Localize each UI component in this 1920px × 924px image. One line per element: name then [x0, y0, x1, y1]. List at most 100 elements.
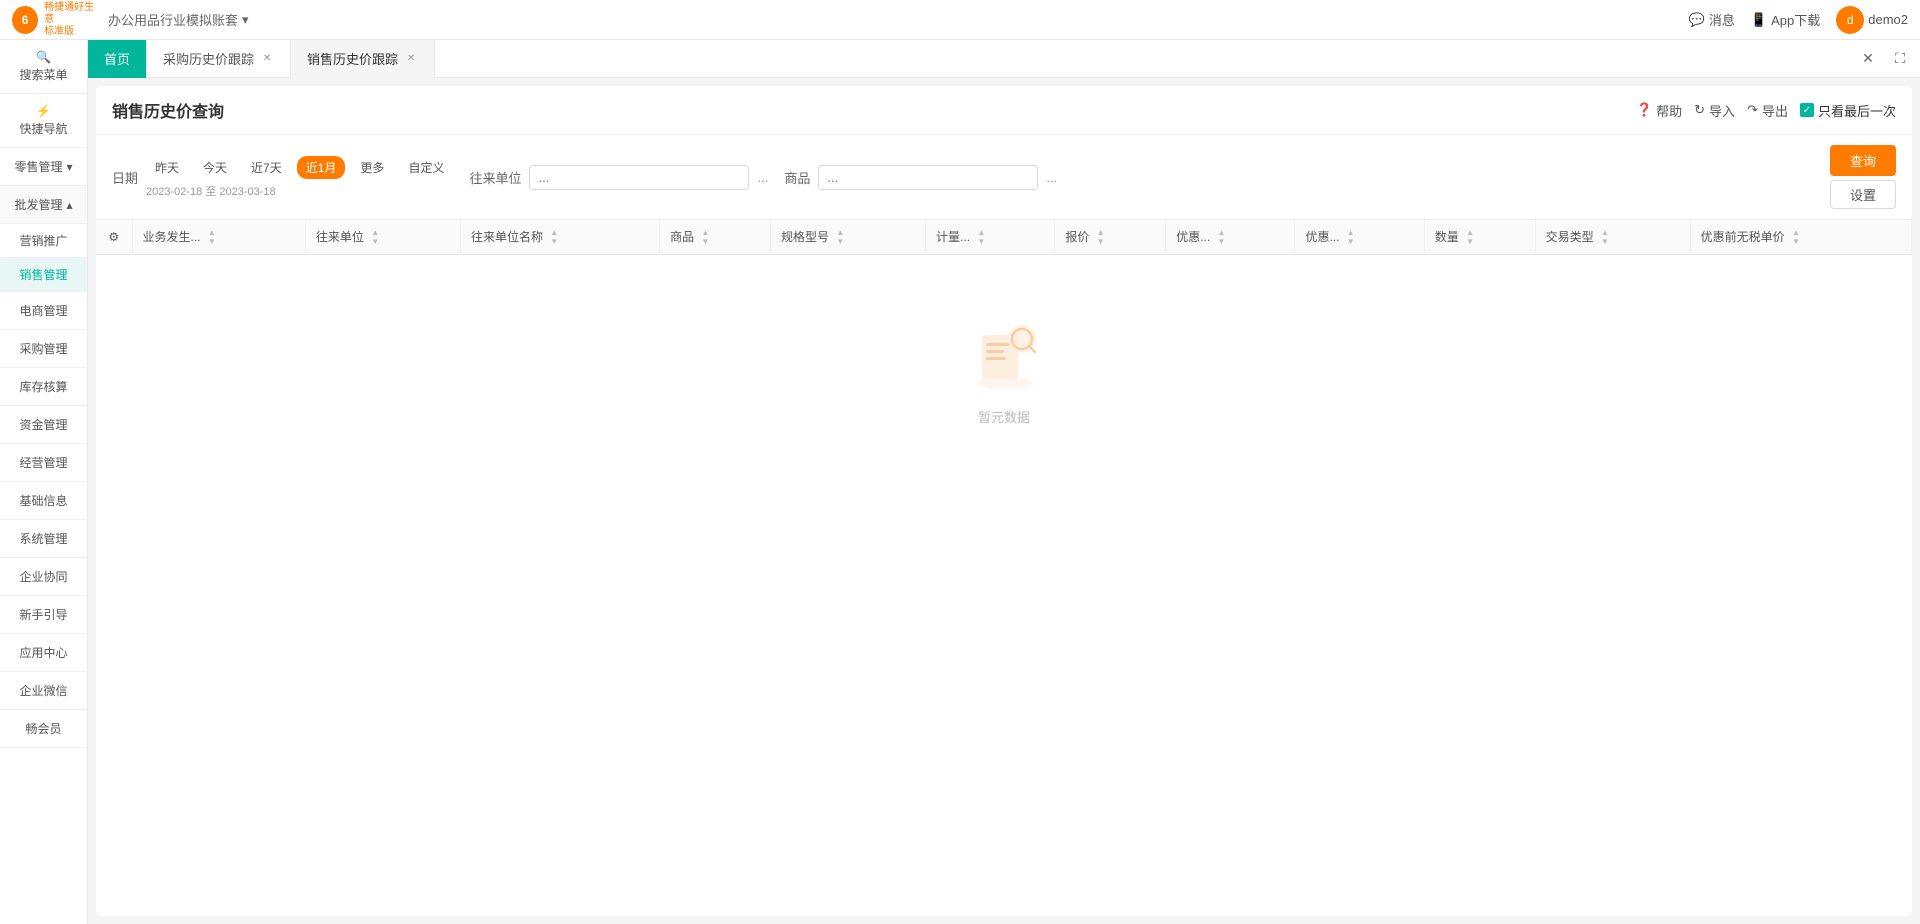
th-quote[interactable]: 报价 ▲ ▼	[1055, 220, 1166, 255]
app-download-icon: 📱	[1751, 12, 1767, 28]
sidebar-item-member[interactable]: 畅会员	[0, 710, 87, 748]
sidebar-item-wholesale[interactable]: 批发管理 ▴	[0, 186, 87, 224]
tab-home[interactable]: 首页	[88, 40, 147, 78]
th-pre-tax-price[interactable]: 优惠前无税单价 ▲ ▼	[1690, 220, 1911, 255]
product-filter-label: 商品	[784, 168, 810, 187]
tab-sales-history-close[interactable]: ✕	[404, 52, 418, 66]
date-range-text: 2023-02-18 至 2023-03-18	[146, 183, 453, 199]
breadcrumb-text: 办公用品行业模拟账套	[108, 10, 238, 29]
help-button[interactable]: ❓ 帮助	[1636, 101, 1682, 120]
partner-filter-group: 往来单位 ...	[469, 165, 768, 190]
settings-button[interactable]: 设置	[1830, 180, 1896, 209]
sidebar-item-marketing[interactable]: 营销推广	[0, 224, 87, 258]
import-button[interactable]: ↻ 导入	[1694, 101, 1735, 120]
tab-sales-history-label: 销售历史价跟踪	[307, 49, 398, 68]
sidebar-item-retail-label: 零售管理	[14, 158, 62, 175]
product-filter-dots[interactable]: ...	[1046, 170, 1057, 185]
th-trade-type[interactable]: 交易类型 ▲ ▼	[1535, 220, 1690, 255]
sidebar-item-basic-info[interactable]: 基础信息	[0, 482, 87, 520]
sidebar-item-retail[interactable]: 零售管理 ▾	[0, 148, 87, 186]
app-download-action[interactable]: 📱 App下载	[1751, 10, 1820, 29]
top-header: 6 畅捷通好生意 标准版 办公用品行业模拟账套 ▾ 💬 消息 📱 App下载 d…	[0, 0, 1920, 40]
tab-expand-button[interactable]: ⛶	[1888, 47, 1912, 71]
sidebar-item-shortcuts[interactable]: ⚡ 快捷导航	[0, 94, 87, 148]
logo-icon: 6	[12, 6, 38, 34]
table-container: ⚙ 业务发生... ▲ ▼ 往来单位	[96, 220, 1912, 916]
sidebar-item-app-center[interactable]: 应用中心	[0, 634, 87, 672]
tab-purchase-history[interactable]: 采购历史价跟踪 ✕	[147, 40, 291, 78]
th-discount2[interactable]: 优惠... ▲ ▼	[1295, 220, 1424, 255]
sidebar-item-finance-label: 资金管理	[19, 416, 67, 433]
sidebar-item-guide-label: 新手引导	[19, 606, 67, 623]
product-filter-input[interactable]	[818, 165, 1038, 190]
sidebar-item-finance[interactable]: 资金管理	[0, 406, 87, 444]
th-spec[interactable]: 规格型号 ▲ ▼	[771, 220, 926, 255]
sidebar: 🔍 搜索菜单 ⚡ 快捷导航 零售管理 ▾ 批发管理 ▴ 营销推广 销售管理 电商…	[0, 40, 88, 924]
th-discount1[interactable]: 优惠... ▲ ▼	[1166, 220, 1295, 255]
app-download-label: App下载	[1771, 10, 1820, 29]
sidebar-item-shortcuts-label: 快捷导航	[19, 120, 67, 137]
sidebar-item-wechat[interactable]: 企业微信	[0, 672, 87, 710]
tab-sales-history[interactable]: 销售历史价跟踪 ✕	[291, 40, 435, 78]
export-button[interactable]: ↷ 导出	[1747, 101, 1788, 120]
date-btn-7days[interactable]: 近7天	[242, 156, 291, 179]
page-content: 销售历史价查询 ❓ 帮助 ↻ 导入 ↷ 导出 ✓	[96, 86, 1912, 916]
sidebar-item-search[interactable]: 🔍 搜索菜单	[0, 40, 87, 94]
main-layout: 🔍 搜索菜单 ⚡ 快捷导航 零售管理 ▾ 批发管理 ▴ 营销推广 销售管理 电商…	[0, 40, 1920, 924]
message-icon: 💬	[1689, 12, 1705, 28]
logo-area: 6 畅捷通好生意 标准版	[12, 2, 100, 38]
sort-arrows-trade-type: ▲ ▼	[1601, 229, 1609, 246]
sidebar-item-ecommerce[interactable]: 电商管理	[0, 292, 87, 330]
date-filter-group: 日期 昨天 今天 近7天 近1月 更多 自定义 2023-02-18 至 202…	[112, 156, 453, 199]
date-btn-1month[interactable]: 近1月	[297, 156, 346, 179]
sidebar-item-operations[interactable]: 经营管理	[0, 444, 87, 482]
sidebar-item-system[interactable]: 系统管理	[0, 520, 87, 558]
th-unit[interactable]: 计量... ▲ ▼	[926, 220, 1055, 255]
sidebar-item-member-label: 畅会员	[25, 720, 61, 737]
content-area: 首页 采购历史价跟踪 ✕ 销售历史价跟踪 ✕ ✕ ⛶ 销售历史价查询	[88, 40, 1920, 924]
th-gear[interactable]: ⚙	[96, 220, 132, 255]
sidebar-item-guide[interactable]: 新手引导	[0, 596, 87, 634]
last-only-checkbox[interactable]: ✓ 只看最后一次	[1800, 101, 1896, 120]
th-qty[interactable]: 数量 ▲ ▼	[1424, 220, 1535, 255]
tab-close-all-button[interactable]: ✕	[1856, 47, 1880, 71]
th-product[interactable]: 商品 ▲ ▼	[660, 220, 771, 255]
partner-filter-dots[interactable]: ...	[757, 170, 768, 185]
table-header-row: ⚙ 业务发生... ▲ ▼ 往来单位	[96, 220, 1912, 255]
sidebar-item-wechat-label: 企业微信	[19, 682, 67, 699]
sort-arrows-discount1: ▲ ▼	[1218, 229, 1226, 246]
breadcrumb-arrow-icon: ▾	[242, 12, 249, 28]
date-btn-custom[interactable]: 自定义	[399, 156, 453, 179]
partner-filter-input[interactable]	[529, 165, 749, 190]
export-icon: ↷	[1747, 102, 1758, 118]
user-action[interactable]: d demo2	[1836, 6, 1908, 34]
empty-icon	[964, 315, 1044, 395]
sidebar-item-inventory[interactable]: 库存核算	[0, 368, 87, 406]
wholesale-arrow-icon: ▴	[66, 198, 72, 212]
date-btn-yesterday[interactable]: 昨天	[146, 156, 188, 179]
tab-purchase-history-close[interactable]: ✕	[260, 52, 274, 66]
th-biz-date[interactable]: 业务发生... ▲ ▼	[132, 220, 305, 255]
query-settings-group: 查询 设置	[1830, 145, 1896, 209]
sort-arrows-pre-tax: ▲ ▼	[1792, 229, 1800, 246]
breadcrumb-selector[interactable]: 办公用品行业模拟账套 ▾	[108, 10, 249, 29]
th-partner-code[interactable]: 往来单位 ▲ ▼	[305, 220, 460, 255]
sidebar-item-purchase[interactable]: 采购管理	[0, 330, 87, 368]
date-btn-today[interactable]: 今天	[194, 156, 236, 179]
header-left: 6 畅捷通好生意 标准版 办公用品行业模拟账套 ▾	[12, 2, 249, 38]
date-btn-more[interactable]: 更多	[351, 156, 393, 179]
checkbox-checked-icon: ✓	[1800, 103, 1814, 117]
logo-text: 畅捷通好生意 标准版	[44, 2, 100, 38]
query-button[interactable]: 查询	[1830, 145, 1896, 176]
import-icon: ↻	[1694, 102, 1705, 118]
sidebar-item-sales-mgmt[interactable]: 销售管理	[0, 258, 87, 292]
sidebar-item-enterprise[interactable]: 企业协同	[0, 558, 87, 596]
message-action[interactable]: 💬 消息	[1689, 10, 1735, 29]
help-label: 帮助	[1656, 101, 1682, 120]
tab-bar-actions: ✕ ⛶	[1856, 47, 1920, 71]
th-partner-name[interactable]: 往来单位名称 ▲ ▼	[460, 220, 659, 255]
product-filter-group: 商品 ...	[784, 165, 1057, 190]
sidebar-item-inventory-label: 库存核算	[19, 378, 67, 395]
search-icon: 🔍	[36, 50, 51, 64]
partner-filter-label: 往来单位	[469, 168, 521, 187]
